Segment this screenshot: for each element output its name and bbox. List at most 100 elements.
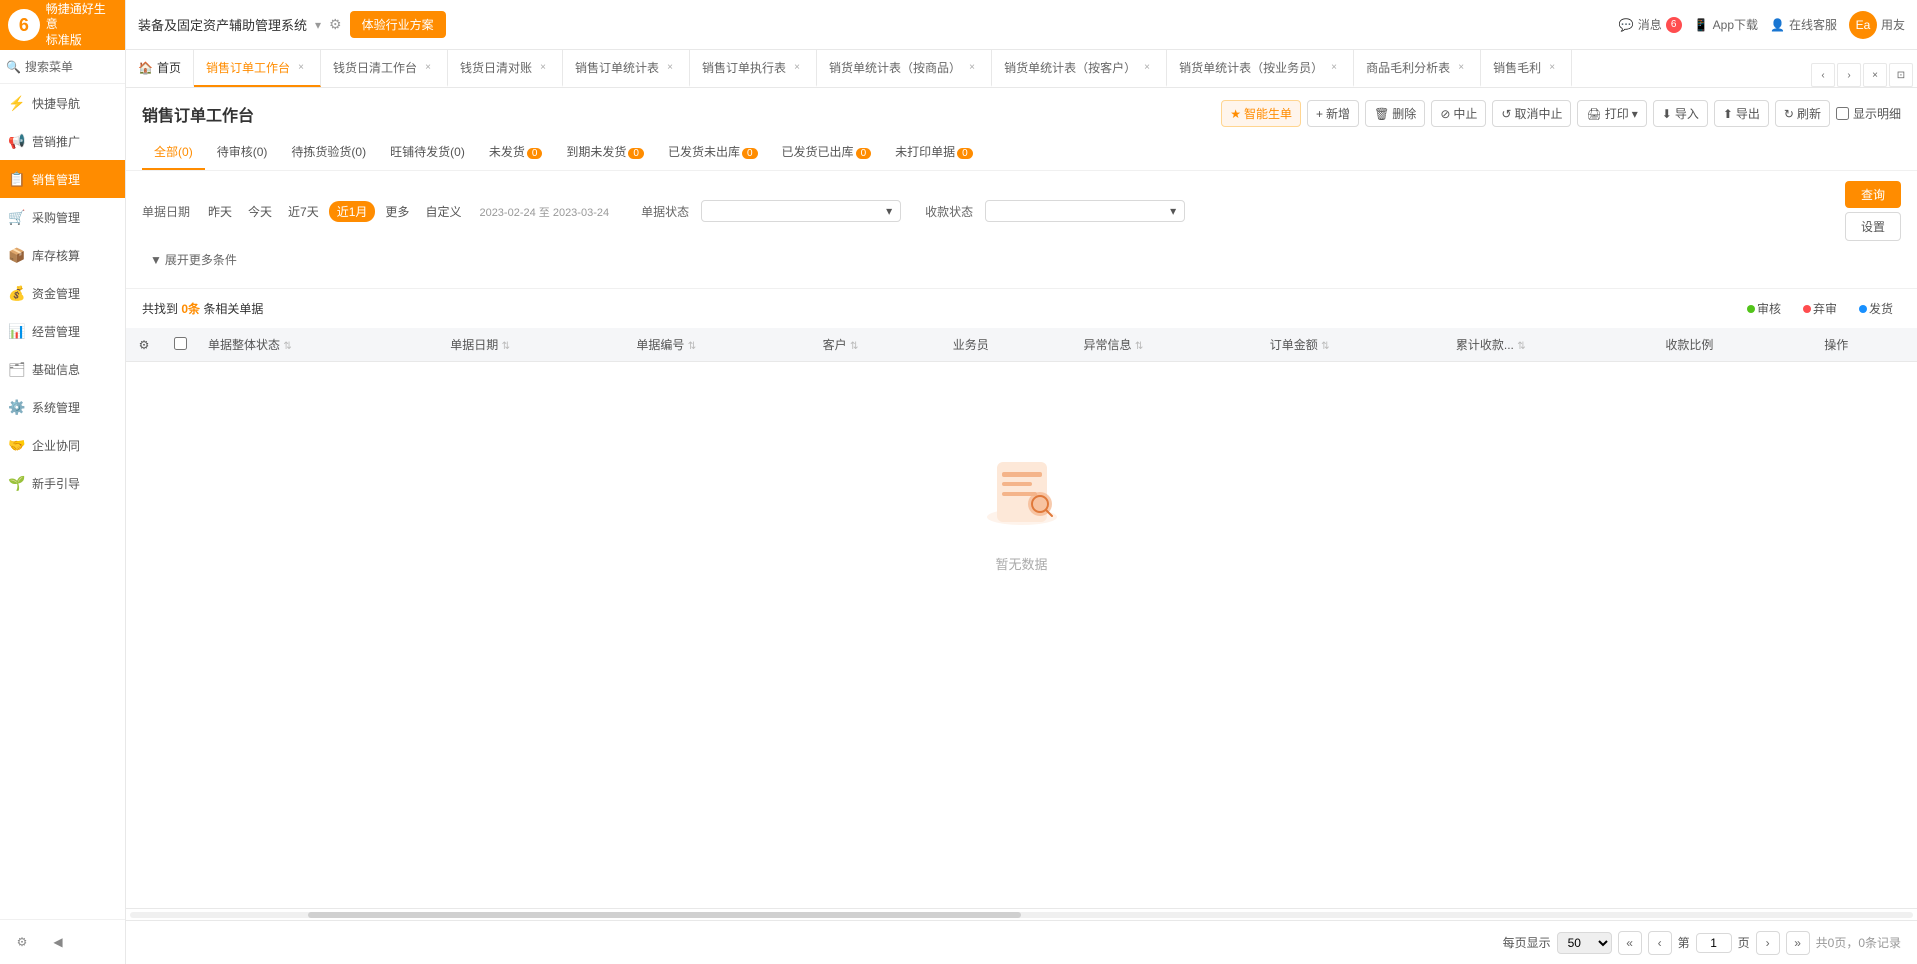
page-size-select[interactable]: 50 100 200	[1557, 932, 1612, 954]
sort-received-icon[interactable]: ⇅	[1517, 341, 1525, 352]
shortcut-today[interactable]: 今天	[242, 201, 278, 222]
tab-sales-exec[interactable]: 销售订单执行表 ×	[690, 50, 817, 87]
sort-abnormal-icon[interactable]: ⇅	[1135, 341, 1143, 352]
tab-next-btn[interactable]: ›	[1837, 63, 1861, 87]
tab-sales-workbench[interactable]: 销售订单工作台 ×	[194, 50, 321, 87]
sidebar-item-basic[interactable]: 🗂 基础信息	[0, 350, 125, 388]
cancel-stop-btn[interactable]: ↺ 取消中止	[1492, 100, 1571, 127]
sidebar-item-newbie[interactable]: 🌱 新手引导	[0, 464, 125, 502]
setting-btn[interactable]: 设置	[1845, 212, 1901, 241]
query-btn[interactable]: 查询	[1845, 181, 1901, 208]
shortcut-yesterday[interactable]: 昨天	[202, 201, 238, 222]
detail-checkbox-input[interactable]	[1836, 107, 1849, 120]
collapse-btn[interactable]: ◀	[44, 928, 72, 956]
subtab-pending-inspect[interactable]: 待拣货验货(0)	[279, 135, 378, 170]
page-input[interactable]	[1696, 933, 1732, 953]
sidebar-item-system[interactable]: ⚙️ 系统管理	[0, 388, 125, 426]
show-detail-checkbox[interactable]: 显示明细	[1836, 105, 1901, 122]
sidebar-item-quicknav[interactable]: ⚡ 快捷导航	[0, 84, 125, 122]
tab-close-all-btn[interactable]: ×	[1863, 63, 1887, 87]
sidebar-item-operations[interactable]: 📊 经营管理	[0, 312, 125, 350]
stop-btn[interactable]: ⊘ 中止	[1431, 100, 1486, 127]
tab-sales-stats-goods[interactable]: 销货单统计表（按商品） ×	[817, 50, 992, 87]
ship-btn[interactable]: 发货	[1851, 297, 1901, 320]
tab-cash-reconcile[interactable]: 钱货日清对账 ×	[448, 50, 563, 87]
tab-close-sales-gross[interactable]: ×	[1545, 61, 1559, 75]
scrollbar-thumb[interactable]	[308, 912, 1021, 918]
tab-prev-btn[interactable]: ‹	[1811, 63, 1835, 87]
sort-number-icon[interactable]: ⇅	[688, 341, 696, 352]
tab-sales-stats-customer[interactable]: 销货单统计表（按客户） ×	[992, 50, 1167, 87]
expand-conditions-btn[interactable]: ▼ 展开更多条件	[142, 247, 245, 272]
subtab-pending-review[interactable]: 待审核(0)	[205, 135, 280, 170]
tab-close-goods-margin[interactable]: ×	[1454, 61, 1468, 75]
tab-close-sales-stats-customer[interactable]: ×	[1140, 61, 1154, 75]
next-page-btn[interactable]: ›	[1756, 931, 1780, 955]
sidebar-item-inventory[interactable]: 📦 库存核算	[0, 236, 125, 274]
horizontal-scrollbar[interactable]	[126, 908, 1917, 920]
smart-btn[interactable]: ★ 智能生单	[1221, 100, 1301, 127]
tab-close-sales-workbench[interactable]: ×	[294, 61, 308, 75]
shortcut-1month[interactable]: 近1月	[329, 201, 376, 222]
sort-date-icon[interactable]: ⇅	[502, 341, 510, 352]
print-btn[interactable]: 🖨 打印 ▾	[1577, 100, 1646, 127]
sort-status-icon[interactable]: ⇅	[283, 341, 291, 352]
last-page-btn[interactable]: »	[1786, 931, 1810, 955]
subtab-not-shipped[interactable]: 未发货0	[477, 135, 555, 170]
import-btn[interactable]: ⬇ 导入	[1653, 100, 1708, 127]
th-checkbox[interactable]	[162, 328, 198, 362]
tab-expand-btn[interactable]: ⊡	[1889, 63, 1913, 87]
review-btn[interactable]: 审核	[1739, 297, 1789, 320]
sidebar-item-marketing[interactable]: 📢 营销推广	[0, 122, 125, 160]
refresh-btn[interactable]: ↻ 刷新	[1775, 100, 1830, 127]
dropdown-icon[interactable]: ▾	[315, 18, 321, 32]
sort-amount-icon[interactable]: ⇅	[1321, 341, 1329, 352]
tab-close-sales-stats-goods[interactable]: ×	[965, 61, 979, 75]
subtab-shipped-not-out[interactable]: 已发货未出库0	[656, 135, 770, 170]
payment-select[interactable]: ▾	[985, 200, 1185, 222]
tab-close-sales-stats[interactable]: ×	[663, 61, 677, 75]
shortcut-custom[interactable]: 自定义	[419, 201, 467, 222]
tab-goods-margin[interactable]: 商品毛利分析表 ×	[1354, 50, 1481, 87]
add-btn[interactable]: + 新增	[1307, 100, 1359, 127]
table-header-row: ⚙ 单据整体状态 ⇅ 单据日期 ⇅	[126, 328, 1917, 362]
tab-close-cash-clear[interactable]: ×	[421, 61, 435, 75]
shortcut-more[interactable]: 更多	[379, 201, 415, 222]
subtab-all[interactable]: 全部(0)	[142, 135, 205, 170]
sidebar-item-purchase[interactable]: 🛒 采购管理	[0, 198, 125, 236]
tab-sales-gross[interactable]: 销售毛利 ×	[1481, 50, 1572, 87]
sidebar-search[interactable]: 🔍 搜索菜单	[0, 50, 125, 84]
sort-customer-icon[interactable]: ⇅	[850, 341, 858, 352]
export-btn[interactable]: ⬆ 导出	[1714, 100, 1769, 127]
th-setting[interactable]: ⚙	[126, 328, 162, 362]
tab-close-sales-exec[interactable]: ×	[790, 61, 804, 75]
tab-sales-stats-staff[interactable]: 销货单统计表（按业务员） ×	[1167, 50, 1354, 87]
industry-btn[interactable]: 体验行业方案	[350, 11, 446, 38]
prev-page-btn[interactable]: ‹	[1648, 931, 1672, 955]
online-service-btn[interactable]: 👤 在线客服	[1770, 16, 1837, 33]
th-abnormal: 异常信息 ⇅	[1074, 328, 1260, 362]
subtab-wangpu-ship[interactable]: 旺铺待发货(0)	[378, 135, 477, 170]
shortcut-7days[interactable]: 近7天	[282, 201, 325, 222]
app-download-btn[interactable]: 📱 App下载	[1694, 16, 1758, 33]
settings-btn[interactable]: ⚙	[8, 928, 36, 956]
tab-cash-clear[interactable]: 钱货日清工作台 ×	[321, 50, 448, 87]
status-select[interactable]: ▾	[701, 200, 901, 222]
message-btn[interactable]: 💬 消息 6	[1619, 16, 1682, 33]
tab-home[interactable]: 🏠 首页	[126, 50, 194, 87]
first-page-btn[interactable]: «	[1618, 931, 1642, 955]
sidebar-item-enterprise[interactable]: 🤝 企业协同	[0, 426, 125, 464]
select-all-checkbox[interactable]	[174, 337, 187, 350]
cancel-review-btn[interactable]: 弃审	[1795, 297, 1845, 320]
tab-sales-stats[interactable]: 销售订单统计表 ×	[563, 50, 690, 87]
subtab-overdue-ship[interactable]: 到期未发货0	[554, 135, 656, 170]
subtab-not-printed[interactable]: 未打印单据0	[883, 135, 985, 170]
tab-close-cash-reconcile[interactable]: ×	[536, 61, 550, 75]
gear-icon[interactable]: ⚙	[329, 16, 342, 33]
delete-btn[interactable]: 🗑 删除	[1365, 100, 1425, 127]
sidebar-item-sales[interactable]: 📋 销售管理	[0, 160, 125, 198]
subtab-shipped-out[interactable]: 已发货已出库0	[770, 135, 884, 170]
sidebar-item-finance[interactable]: 💰 资金管理	[0, 274, 125, 312]
user-menu[interactable]: Ea 用友	[1849, 11, 1905, 39]
tab-close-sales-stats-staff[interactable]: ×	[1327, 61, 1341, 75]
